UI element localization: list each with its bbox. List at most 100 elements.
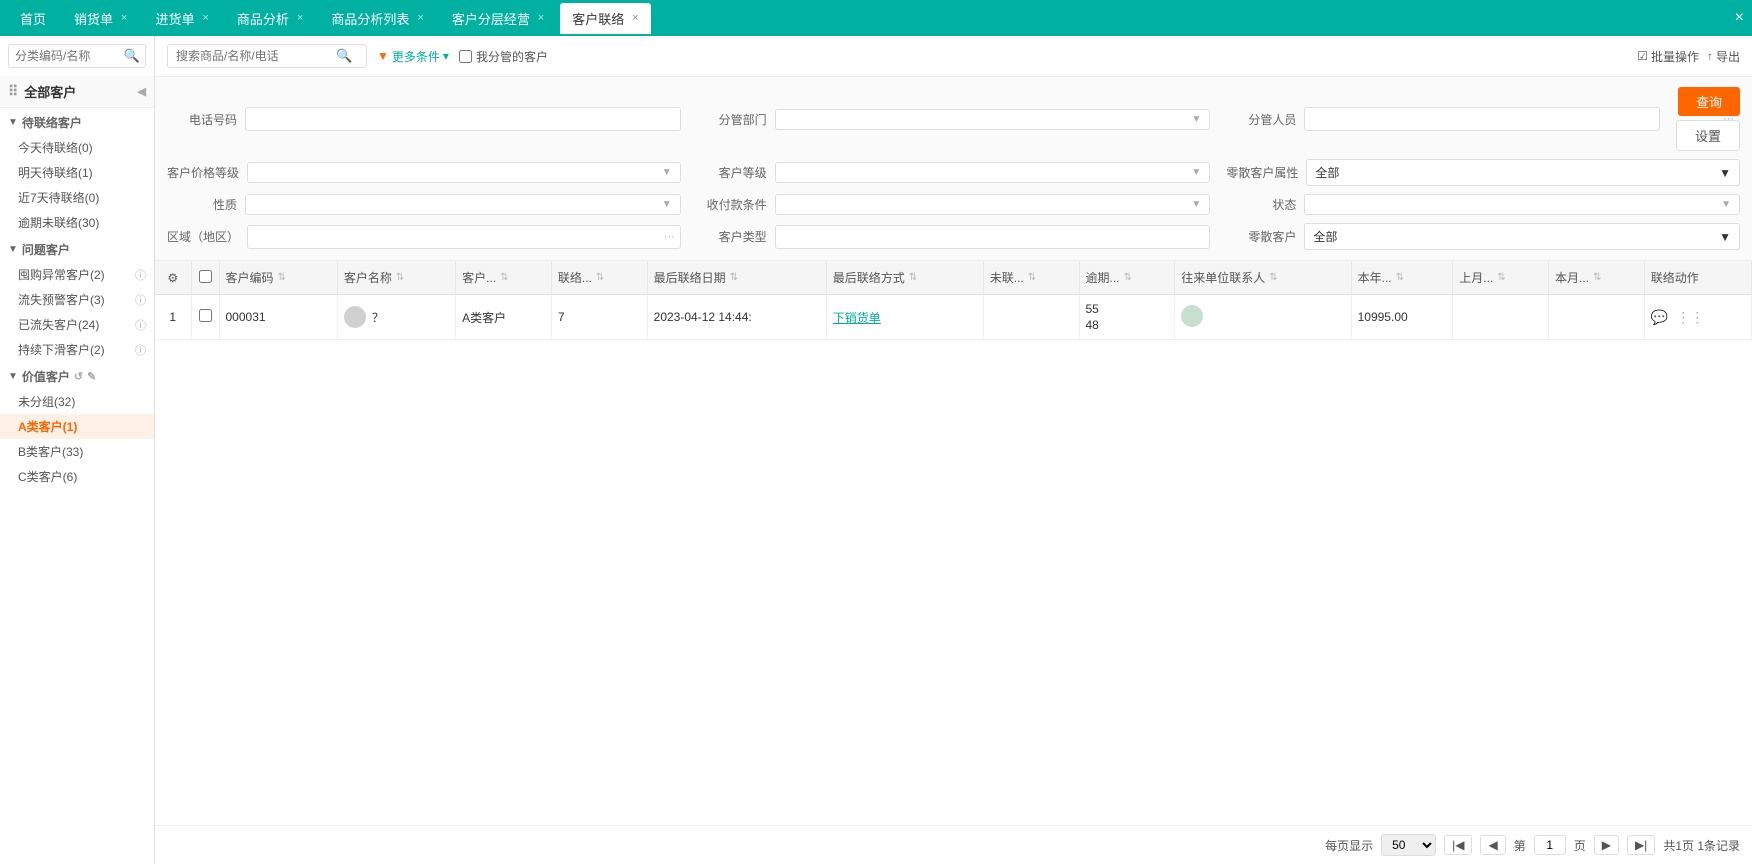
refresh-icon[interactable]: ↺: [74, 370, 83, 383]
last-method-link[interactable]: 下销货单: [833, 311, 881, 325]
sidebar-item-c-class[interactable]: C类客户(6): [0, 464, 154, 489]
sidebar-item-today[interactable]: 今天待联络(0): [0, 135, 154, 160]
nav-sales[interactable]: 销货单 ×: [62, 3, 139, 34]
th-checkbox[interactable]: [191, 261, 219, 295]
more-action-icon[interactable]: ⋮⋮: [1676, 309, 1704, 326]
label-phone: 电话号码: [167, 111, 237, 128]
group-problem-customers[interactable]: ▼ 问题客户: [0, 235, 154, 262]
batch-op-btn[interactable]: ☑ 批量操作: [1637, 48, 1699, 65]
th-last-contact-date[interactable]: 最后联络日期 ⇅: [647, 261, 826, 295]
chevron-price-grade: ▼: [662, 167, 672, 178]
last-page-btn[interactable]: ▶|: [1627, 835, 1655, 855]
td-row-checkbox[interactable]: [191, 295, 219, 340]
chevron-retail-attr: ▼: [1719, 166, 1731, 180]
select-payment[interactable]: ▼: [775, 194, 1211, 215]
input-phone[interactable]: [245, 107, 681, 131]
first-page-btn[interactable]: |◀: [1444, 835, 1472, 855]
th-this-month[interactable]: 本月... ⇅: [1549, 261, 1645, 295]
th-name[interactable]: 客户名称 ⇅: [337, 261, 455, 295]
th-overdue[interactable]: 逾期... ⇅: [1079, 261, 1175, 295]
th-not-contacted[interactable]: 未联... ⇅: [983, 261, 1079, 295]
export-btn[interactable]: ↑ 导出: [1707, 48, 1740, 65]
adv-filters: 电话号码 分管部门 ▼ 分管人员 ··· 查询 设置: [155, 77, 1752, 261]
close-all-tabs-icon[interactable]: ×: [1735, 9, 1744, 27]
nav-customer-tier[interactable]: 客户分层经营 ×: [440, 3, 556, 34]
info-icon-3: ⓘ: [135, 317, 146, 333]
select-nature[interactable]: ▼: [245, 194, 681, 215]
settings-icon: ⚙: [167, 271, 178, 285]
filter-payment: 收付款条件 ▼: [697, 194, 1211, 215]
sidebar-item-a-class[interactable]: A类客户(1): [0, 414, 154, 439]
label-price-grade: 客户价格等级: [167, 164, 239, 181]
nav-home[interactable]: 首页: [8, 3, 58, 34]
nav-purchase-close[interactable]: ×: [202, 12, 208, 24]
page-number-input[interactable]: [1534, 835, 1566, 855]
select-cust-grade[interactable]: ▼: [775, 162, 1211, 183]
chevron-payment: ▼: [1191, 199, 1201, 210]
sidebar-item-b-class[interactable]: B类客户(33): [0, 439, 154, 464]
select-retail-attr[interactable]: 全部 ▼: [1306, 159, 1740, 186]
th-this-year[interactable]: 本年... ⇅: [1351, 261, 1453, 295]
prev-page-btn[interactable]: ◀: [1480, 835, 1505, 855]
th-settings[interactable]: ⚙: [155, 261, 191, 295]
select-dept[interactable]: ▼: [775, 109, 1211, 130]
search-input[interactable]: [176, 49, 336, 63]
next-page-btn[interactable]: ▶: [1594, 835, 1619, 855]
td-this-month: [1549, 295, 1645, 340]
query-button[interactable]: 查询: [1678, 87, 1740, 116]
group-pending-contact[interactable]: ▼ 待联络客户: [0, 108, 154, 135]
page-size-select[interactable]: 50 20 100: [1381, 834, 1436, 856]
sort-code-icon: ⇅: [278, 272, 286, 283]
sidebar-item-declining[interactable]: 持续下滑客户(2) ⓘ: [0, 337, 154, 362]
input-cust-type[interactable]: [775, 225, 1211, 249]
td-last-method: 下销货单: [826, 295, 983, 340]
th-last-contact-method[interactable]: 最后联络方式 ⇅: [826, 261, 983, 295]
nav-product-analysis-close[interactable]: ×: [297, 12, 303, 24]
group-value-customers[interactable]: ▼ 价值客户 ↺ ✎: [0, 362, 154, 389]
label-region: 区域（地区）: [167, 228, 239, 245]
row-checkbox[interactable]: [199, 309, 212, 322]
label-dept: 分管部门: [697, 111, 767, 128]
all-customers-header[interactable]: ⠿ 全部客户 ◀: [0, 76, 154, 108]
sidebar: 🔍 ⠿ 全部客户 ◀ ▼ 待联络客户 今天待联络(0) 明天待联络(1) 近7天…: [0, 36, 155, 864]
sidebar-search-area: 🔍: [0, 36, 154, 76]
select-status[interactable]: ▼: [1304, 194, 1740, 215]
input-manager[interactable]: [1304, 107, 1660, 131]
search-icon: 🔍: [336, 48, 352, 64]
input-region[interactable]: [247, 225, 681, 249]
th-unit-contact[interactable]: 往来单位联系人 ⇅: [1175, 261, 1351, 295]
nav-purchase[interactable]: 进货单 ×: [143, 3, 220, 34]
sidebar-item-churn-warning[interactable]: 流失预警客户(3) ⓘ: [0, 287, 154, 312]
sidebar-item-tomorrow[interactable]: 明天待联络(1): [0, 160, 154, 185]
td-last-month: [1453, 295, 1549, 340]
nav-product-analysis-list[interactable]: 商品分析列表 ×: [319, 3, 435, 34]
nav-product-analysis-list-close[interactable]: ×: [417, 12, 423, 24]
nav-customer-contact-close[interactable]: ×: [632, 12, 638, 24]
my-customers-check[interactable]: [459, 50, 472, 63]
chevron-cust-grade: ▼: [1191, 167, 1201, 178]
more-filters-btn[interactable]: ▼ 更多条件 ▾: [377, 48, 449, 65]
filter-cust-type: 客户类型: [697, 223, 1211, 250]
sidebar-item-ungrouped[interactable]: 未分组(32): [0, 389, 154, 414]
page-suffix: 页: [1574, 837, 1586, 854]
nav-customer-contact[interactable]: 客户联络 ×: [560, 3, 650, 34]
th-code[interactable]: 客户编码 ⇅: [219, 261, 337, 295]
my-customers-checkbox[interactable]: 我分管的客户: [459, 48, 548, 65]
edit-group-icon[interactable]: ✎: [87, 370, 96, 383]
label-payment: 收付款条件: [697, 196, 767, 213]
nav-product-analysis[interactable]: 商品分析 ×: [225, 3, 315, 34]
nav-sales-close[interactable]: ×: [121, 12, 127, 24]
th-type[interactable]: 客户... ⇅: [456, 261, 552, 295]
sidebar-item-7days[interactable]: 近7天待联络(0): [0, 185, 154, 210]
sidebar-item-churned[interactable]: 已流失客户(24) ⓘ: [0, 312, 154, 337]
label-retail-attr: 零散客户属性: [1226, 164, 1298, 181]
message-action-icon[interactable]: 💬: [1651, 309, 1668, 326]
select-price-grade[interactable]: ▼: [247, 162, 681, 183]
select-all-checkbox[interactable]: [199, 270, 212, 283]
sidebar-item-overdue[interactable]: 逾期未联络(30): [0, 210, 154, 235]
th-last-month[interactable]: 上月... ⇅: [1453, 261, 1549, 295]
th-contact-count[interactable]: 联络... ⇅: [551, 261, 647, 295]
select-retail[interactable]: 全部 ▼: [1304, 223, 1740, 250]
nav-customer-tier-close[interactable]: ×: [538, 12, 544, 24]
sidebar-item-abnormal-purchase[interactable]: 囤购异常客户(2) ⓘ: [0, 262, 154, 287]
